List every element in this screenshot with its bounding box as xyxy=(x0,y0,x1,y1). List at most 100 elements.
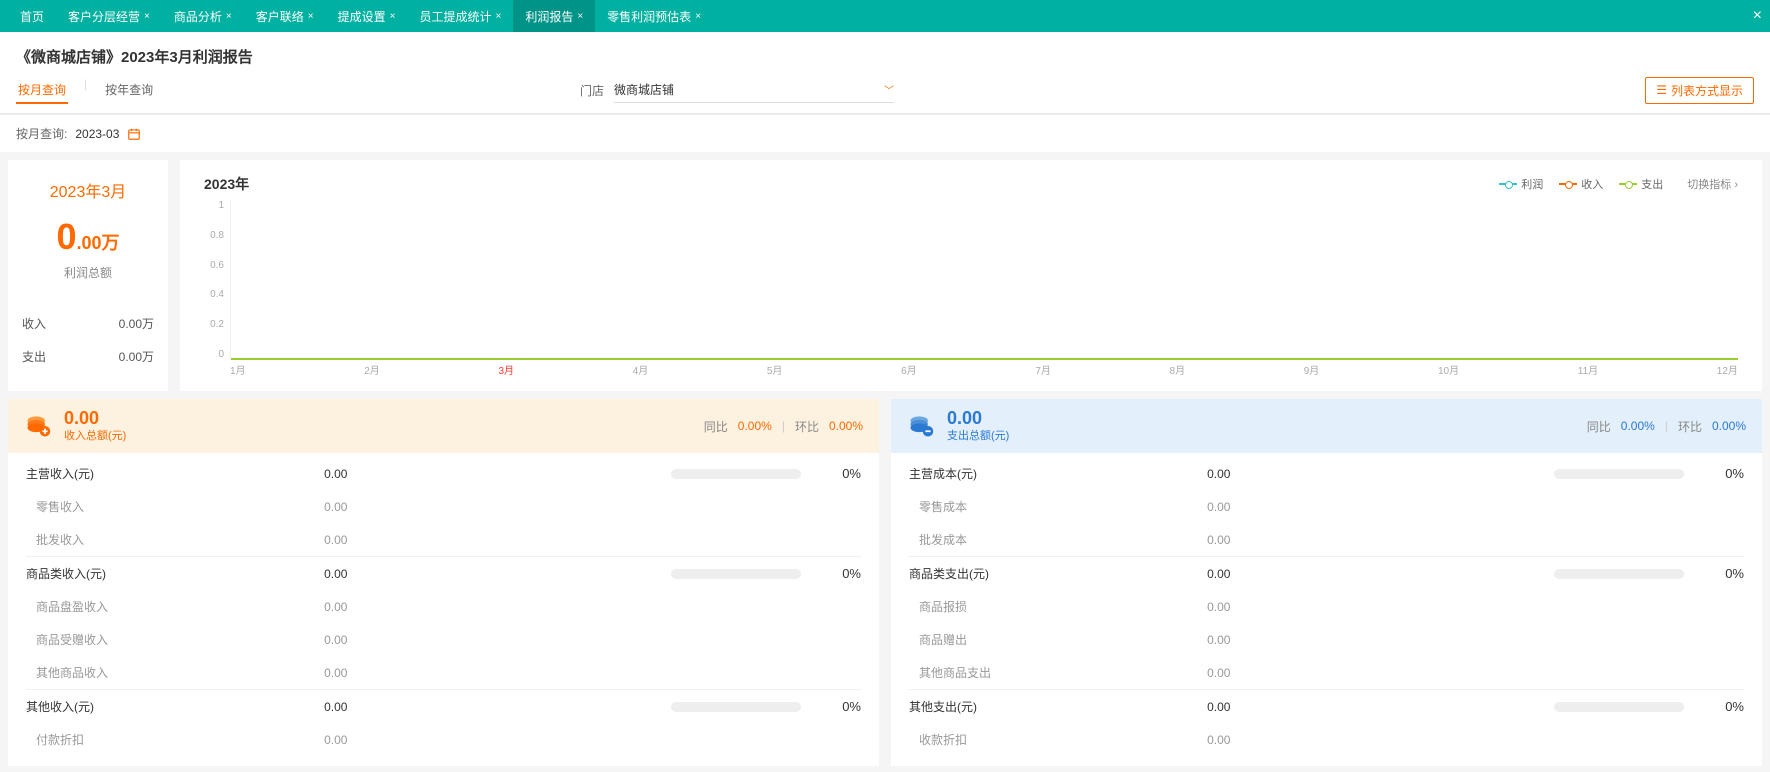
row-value: 0.00 xyxy=(324,700,503,714)
row-name: 零售成本 xyxy=(909,498,1207,515)
expense-yoy-label: 同比 xyxy=(1587,418,1611,435)
tab-separator: | xyxy=(84,77,87,104)
category-row: 其他收入(元)0.000% xyxy=(26,689,861,723)
row-percent: 0% xyxy=(801,566,861,581)
income-yoy-label: 同比 xyxy=(704,418,728,435)
legend-marker-icon xyxy=(1619,180,1637,188)
nav-tab[interactable]: 提成设置× xyxy=(326,0,408,32)
expense-yoy-value: 0.00% xyxy=(1621,419,1655,433)
progress-bar xyxy=(1554,702,1684,712)
row-percent: 0% xyxy=(801,466,861,481)
summary-income-label: 收入 xyxy=(22,315,46,332)
row-value: 0.00 xyxy=(324,733,503,747)
close-icon[interactable]: × xyxy=(577,11,583,22)
sub-row: 商品报损0.00 xyxy=(909,590,1744,623)
sub-filter-value[interactable]: 2023-03 xyxy=(75,127,119,141)
x-tick: 10月 xyxy=(1438,362,1459,380)
switch-indicator-button[interactable]: 切换指标 › xyxy=(1687,176,1738,192)
list-view-label: 列表方式显示 xyxy=(1671,82,1743,99)
income-mom-value: 0.00% xyxy=(829,419,863,433)
row-name: 其他收入(元) xyxy=(26,698,324,715)
row-name: 商品报损 xyxy=(909,598,1207,615)
sub-row: 商品盘盈收入0.00 xyxy=(26,590,861,623)
x-tick: 4月 xyxy=(633,362,649,380)
category-row: 商品类支出(元)0.000% xyxy=(909,556,1744,590)
profit-total-label: 利润总额 xyxy=(22,264,154,281)
row-percent: 0% xyxy=(1684,466,1744,481)
filter-row: 按月查询 | 按年查询 门店 微商城店铺 ﹀ ☰ 列表方式显示 xyxy=(0,77,1770,113)
close-icon[interactable]: × xyxy=(226,11,232,22)
income-total-label: 收入总额(元) xyxy=(64,427,126,443)
store-label: 门店 xyxy=(580,82,604,99)
category-row: 主营收入(元)0.000% xyxy=(26,457,861,490)
row-value: 0.00 xyxy=(324,600,503,614)
sub-row: 其他商品收入0.00 xyxy=(26,656,861,689)
expense-total-label: 支出总额(元) xyxy=(947,427,1009,443)
nav-tab[interactable]: 零售利润预估表× xyxy=(595,0,713,32)
legend-label: 利润 xyxy=(1521,176,1543,192)
legend-item[interactable]: 收入 xyxy=(1559,176,1603,192)
nav-tab[interactable]: 利润报告× xyxy=(513,0,595,32)
list-view-button[interactable]: ☰ 列表方式显示 xyxy=(1645,77,1754,104)
store-value-text: 微商城店铺 xyxy=(614,81,674,98)
x-tick: 6月 xyxy=(901,362,917,380)
nav-tab[interactable]: 客户联络× xyxy=(244,0,326,32)
close-icon[interactable]: × xyxy=(390,11,396,22)
legend-item[interactable]: 利润 xyxy=(1499,176,1543,192)
income-panel: 0.00 收入总额(元) 同比 0.00% | 环比 0.00% 主营收入(元)… xyxy=(8,399,879,766)
sub-filter-bar: 按月查询: 2023-03 xyxy=(0,114,1770,152)
x-axis-ticks: 1月2月3月4月5月6月7月8月9月10月11月12月 xyxy=(230,362,1738,380)
income-total-value: 0.00 xyxy=(64,409,126,427)
nav-tab[interactable]: 员工提成统计× xyxy=(407,0,513,32)
summary-expense-row: 支出 0.00万 xyxy=(22,340,154,373)
chart-plot-area[interactable]: 10.80.60.40.20 1月2月3月4月5月6月7月8月9月10月11月1… xyxy=(224,200,1738,380)
store-selector[interactable]: 门店 微商城店铺 ﹀ xyxy=(580,77,894,103)
category-row: 商品类收入(元)0.000% xyxy=(26,556,861,590)
close-icon[interactable]: × xyxy=(308,11,314,22)
income-ratios: 同比 0.00% | 环比 0.00% xyxy=(704,418,863,435)
close-icon[interactable]: × xyxy=(495,11,501,22)
row-name: 主营收入(元) xyxy=(26,465,324,482)
chart-legend: 利润收入支出 xyxy=(1499,176,1663,192)
expense-mom-value: 0.00% xyxy=(1712,419,1746,433)
summary-expense-value: 0.00万 xyxy=(119,348,154,365)
row-name: 主营成本(元) xyxy=(909,465,1207,482)
tab-yearly-query[interactable]: 按年查询 xyxy=(103,77,155,104)
nav-tab[interactable]: 首页 xyxy=(8,0,56,32)
chart-title: 2023年 xyxy=(204,174,249,194)
income-icon xyxy=(24,412,52,440)
y-tick: 0 xyxy=(204,349,224,360)
close-icon[interactable]: × xyxy=(144,11,150,22)
expense-ratios: 同比 0.00% | 环比 0.00% xyxy=(1587,418,1746,435)
row-value: 0.00 xyxy=(324,500,503,514)
row-value: 0.00 xyxy=(1207,500,1386,514)
x-tick: 3月 xyxy=(498,362,514,380)
y-tick: 0.4 xyxy=(204,289,224,300)
row-name: 商品类收入(元) xyxy=(26,565,324,582)
row-name: 批发收入 xyxy=(26,531,324,548)
sub-row: 其他商品支出0.00 xyxy=(909,656,1744,689)
income-rows: 主营收入(元)0.000%零售收入0.00批发收入0.00商品类收入(元)0.0… xyxy=(8,453,879,766)
close-icon[interactable]: × xyxy=(695,11,701,22)
summary-income-row: 收入 0.00万 xyxy=(22,307,154,340)
store-dropdown[interactable]: 微商城店铺 ﹀ xyxy=(614,77,894,103)
row-value: 0.00 xyxy=(1207,533,1386,547)
legend-marker-icon xyxy=(1559,180,1577,188)
row-value: 0.00 xyxy=(1207,567,1386,581)
legend-item[interactable]: 支出 xyxy=(1619,176,1663,192)
nav-tab[interactable]: 商品分析× xyxy=(162,0,244,32)
row-name: 商品类支出(元) xyxy=(909,565,1207,582)
y-axis-ticks: 10.80.60.40.20 xyxy=(204,200,224,360)
row-value: 0.00 xyxy=(1207,700,1386,714)
tab-monthly-query[interactable]: 按月查询 xyxy=(16,77,68,104)
calendar-icon[interactable] xyxy=(127,127,141,141)
expense-rows: 主营成本(元)0.000%零售成本0.00批发成本0.00商品类支出(元)0.0… xyxy=(891,453,1762,766)
y-tick: 0.2 xyxy=(204,319,224,330)
plot-region xyxy=(230,200,1738,360)
row-value: 0.00 xyxy=(324,666,503,680)
row-value: 0.00 xyxy=(1207,467,1386,481)
nav-tab[interactable]: 客户分层经营× xyxy=(56,0,162,32)
switch-indicator-label: 切换指标 xyxy=(1687,179,1731,191)
close-all-icon[interactable]: × xyxy=(1753,0,1762,32)
expense-panel-head: 0.00 支出总额(元) 同比 0.00% | 环比 0.00% xyxy=(891,399,1762,453)
